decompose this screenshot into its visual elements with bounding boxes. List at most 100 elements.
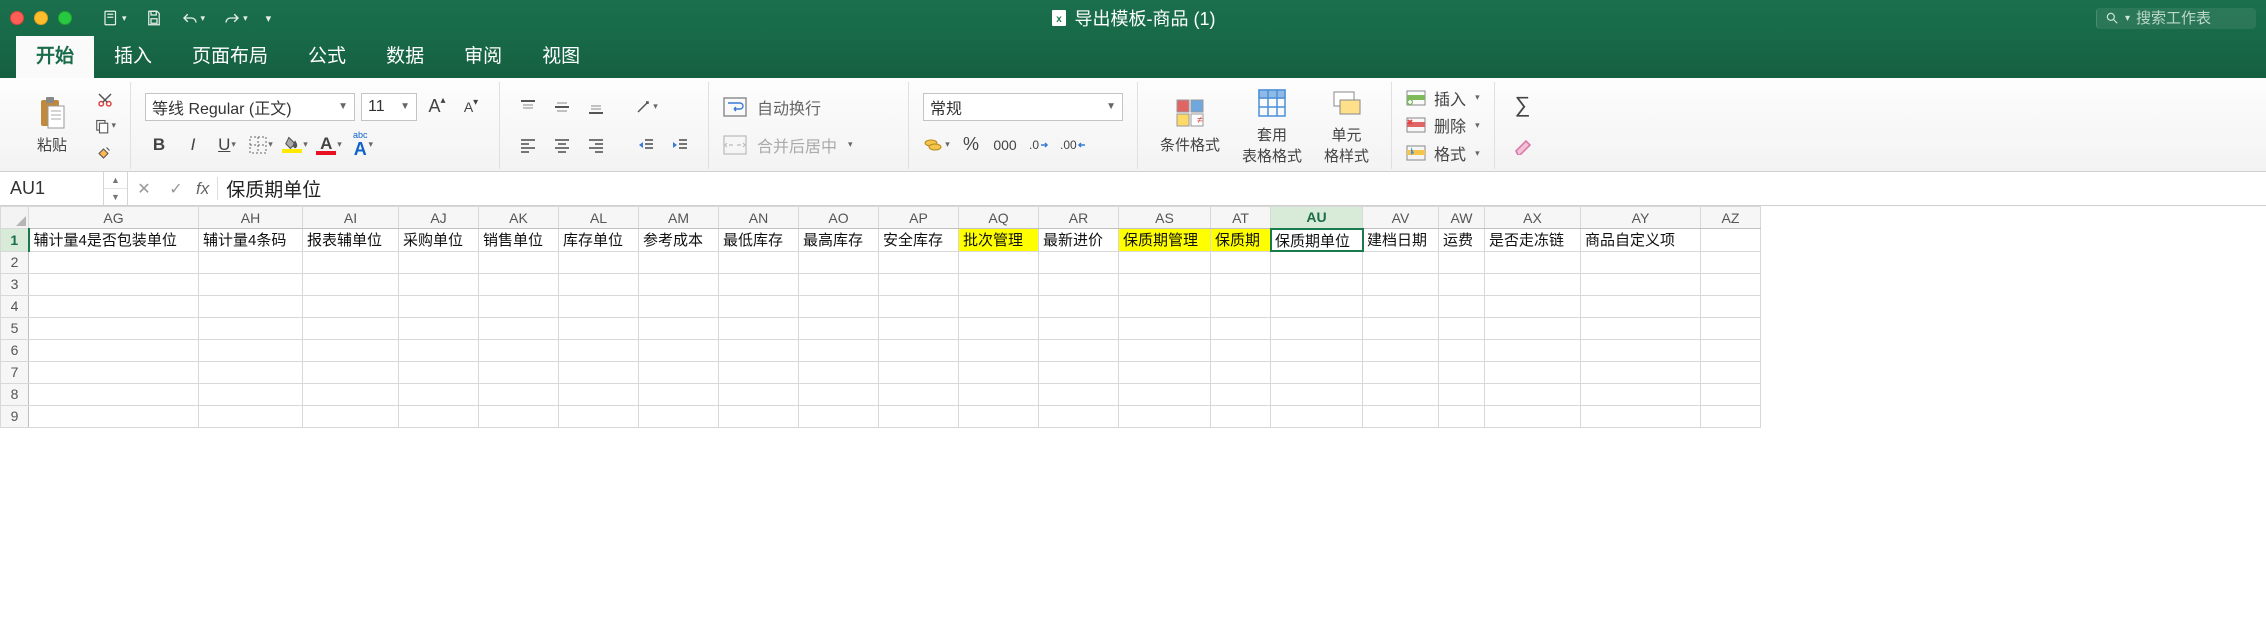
cell-AS9[interactable] xyxy=(1119,405,1211,427)
cell-AG2[interactable] xyxy=(29,251,199,273)
cell-AL1[interactable]: 库存单位 xyxy=(559,229,639,252)
cell-AM6[interactable] xyxy=(639,339,719,361)
cell-AQ8[interactable] xyxy=(959,383,1039,405)
cell-AK9[interactable] xyxy=(479,405,559,427)
cell-AS3[interactable] xyxy=(1119,273,1211,295)
cell-AJ8[interactable] xyxy=(399,383,479,405)
font-color-button[interactable]: A▾ xyxy=(315,131,343,159)
cell-AM3[interactable] xyxy=(639,273,719,295)
cell-AY1[interactable]: 商品自定义项 xyxy=(1581,229,1701,252)
cell-AM9[interactable] xyxy=(639,405,719,427)
cell-AN7[interactable] xyxy=(719,361,799,383)
redo-icon[interactable]: ▾ xyxy=(223,11,248,25)
select-all-corner[interactable] xyxy=(1,207,29,229)
column-header-AR[interactable]: AR xyxy=(1039,207,1119,229)
cell-AY8[interactable] xyxy=(1581,383,1701,405)
cell-AJ9[interactable] xyxy=(399,405,479,427)
row-header-1[interactable]: 1 xyxy=(1,229,29,252)
cell-AK1[interactable]: 销售单位 xyxy=(479,229,559,252)
cell-AY4[interactable] xyxy=(1581,295,1701,317)
cell-AW2[interactable] xyxy=(1439,251,1485,273)
cell-AO8[interactable] xyxy=(799,383,879,405)
row-header-9[interactable]: 9 xyxy=(1,405,29,427)
italic-button[interactable]: I xyxy=(179,131,207,159)
cell-AZ8[interactable] xyxy=(1701,383,1761,405)
cell-AU7[interactable] xyxy=(1271,361,1363,383)
cell-AP5[interactable] xyxy=(879,317,959,339)
column-header-AP[interactable]: AP xyxy=(879,207,959,229)
cell-AT3[interactable] xyxy=(1211,273,1271,295)
cell-AK5[interactable] xyxy=(479,317,559,339)
cell-AZ6[interactable] xyxy=(1701,339,1761,361)
conditional-format-button[interactable]: ≠ 条件格式 xyxy=(1152,94,1228,157)
cell-AH7[interactable] xyxy=(199,361,303,383)
cell-AR8[interactable] xyxy=(1039,383,1119,405)
cell-AO3[interactable] xyxy=(799,273,879,295)
align-bottom-button[interactable] xyxy=(582,93,610,121)
tab-home[interactable]: 开始 xyxy=(16,33,94,78)
cell-AJ7[interactable] xyxy=(399,361,479,383)
cell-AG7[interactable] xyxy=(29,361,199,383)
cell-AI9[interactable] xyxy=(303,405,399,427)
cell-AN6[interactable] xyxy=(719,339,799,361)
tab-formulas[interactable]: 公式 xyxy=(288,33,366,78)
cell-AK7[interactable] xyxy=(479,361,559,383)
row-header-7[interactable]: 7 xyxy=(1,361,29,383)
search-input[interactable] xyxy=(2136,10,2246,27)
cell-AI7[interactable] xyxy=(303,361,399,383)
cell-AS6[interactable] xyxy=(1119,339,1211,361)
column-header-AM[interactable]: AM xyxy=(639,207,719,229)
cell-AY5[interactable] xyxy=(1581,317,1701,339)
cell-AS8[interactable] xyxy=(1119,383,1211,405)
cell-AO9[interactable] xyxy=(799,405,879,427)
row-header-4[interactable]: 4 xyxy=(1,295,29,317)
fx-icon[interactable]: fx xyxy=(192,179,217,199)
cell-AQ9[interactable] xyxy=(959,405,1039,427)
cell-AU9[interactable] xyxy=(1271,405,1363,427)
column-header-AK[interactable]: AK xyxy=(479,207,559,229)
column-header-AU[interactable]: AU xyxy=(1271,207,1363,229)
cell-AP1[interactable]: 安全库存 xyxy=(879,229,959,252)
cell-AW3[interactable] xyxy=(1439,273,1485,295)
copy-button[interactable]: ▾ xyxy=(94,117,116,135)
number-format-combo[interactable]: 常规▼ xyxy=(923,93,1123,121)
clear-button[interactable] xyxy=(1509,132,1537,160)
wrap-text-button[interactable]: 自动换行 xyxy=(723,95,894,119)
cell-AH5[interactable] xyxy=(199,317,303,339)
cell-AZ1[interactable] xyxy=(1701,229,1761,252)
cell-AG8[interactable] xyxy=(29,383,199,405)
font-name-combo[interactable]: 等线 Regular (正文)▼ xyxy=(145,93,355,121)
cell-AL6[interactable] xyxy=(559,339,639,361)
column-header-AT[interactable]: AT xyxy=(1211,207,1271,229)
column-header-AH[interactable]: AH xyxy=(199,207,303,229)
cell-AU6[interactable] xyxy=(1271,339,1363,361)
cell-AT5[interactable] xyxy=(1211,317,1271,339)
cell-AN8[interactable] xyxy=(719,383,799,405)
row-header-6[interactable]: 6 xyxy=(1,339,29,361)
cell-AP4[interactable] xyxy=(879,295,959,317)
cell-AM1[interactable]: 参考成本 xyxy=(639,229,719,252)
cell-AW8[interactable] xyxy=(1439,383,1485,405)
cell-AJ6[interactable] xyxy=(399,339,479,361)
tab-data[interactable]: 数据 xyxy=(366,33,444,78)
phonetic-button[interactable]: abcA▾ xyxy=(349,131,377,159)
cell-AV9[interactable] xyxy=(1363,405,1439,427)
cell-AQ1[interactable]: 批次管理 xyxy=(959,229,1039,252)
cell-AH1[interactable]: 辅计量4条码 xyxy=(199,229,303,252)
merge-center-button[interactable]: 合并后居中 ▾ xyxy=(723,133,894,157)
increase-indent-button[interactable] xyxy=(666,131,694,159)
cell-AW1[interactable]: 运费 xyxy=(1439,229,1485,252)
close-window-button[interactable] xyxy=(10,11,24,25)
row-header-2[interactable]: 2 xyxy=(1,251,29,273)
cancel-formula-button[interactable]: ✕ xyxy=(128,179,160,199)
cell-AI4[interactable] xyxy=(303,295,399,317)
row-header-3[interactable]: 3 xyxy=(1,273,29,295)
cell-AS2[interactable] xyxy=(1119,251,1211,273)
cell-AG9[interactable] xyxy=(29,405,199,427)
align-center-button[interactable] xyxy=(548,131,576,159)
cell-AI8[interactable] xyxy=(303,383,399,405)
shrink-font-button[interactable]: A▾ xyxy=(457,93,485,121)
cell-AT8[interactable] xyxy=(1211,383,1271,405)
fill-color-button[interactable]: ▾ xyxy=(281,131,309,159)
cell-AL2[interactable] xyxy=(559,251,639,273)
